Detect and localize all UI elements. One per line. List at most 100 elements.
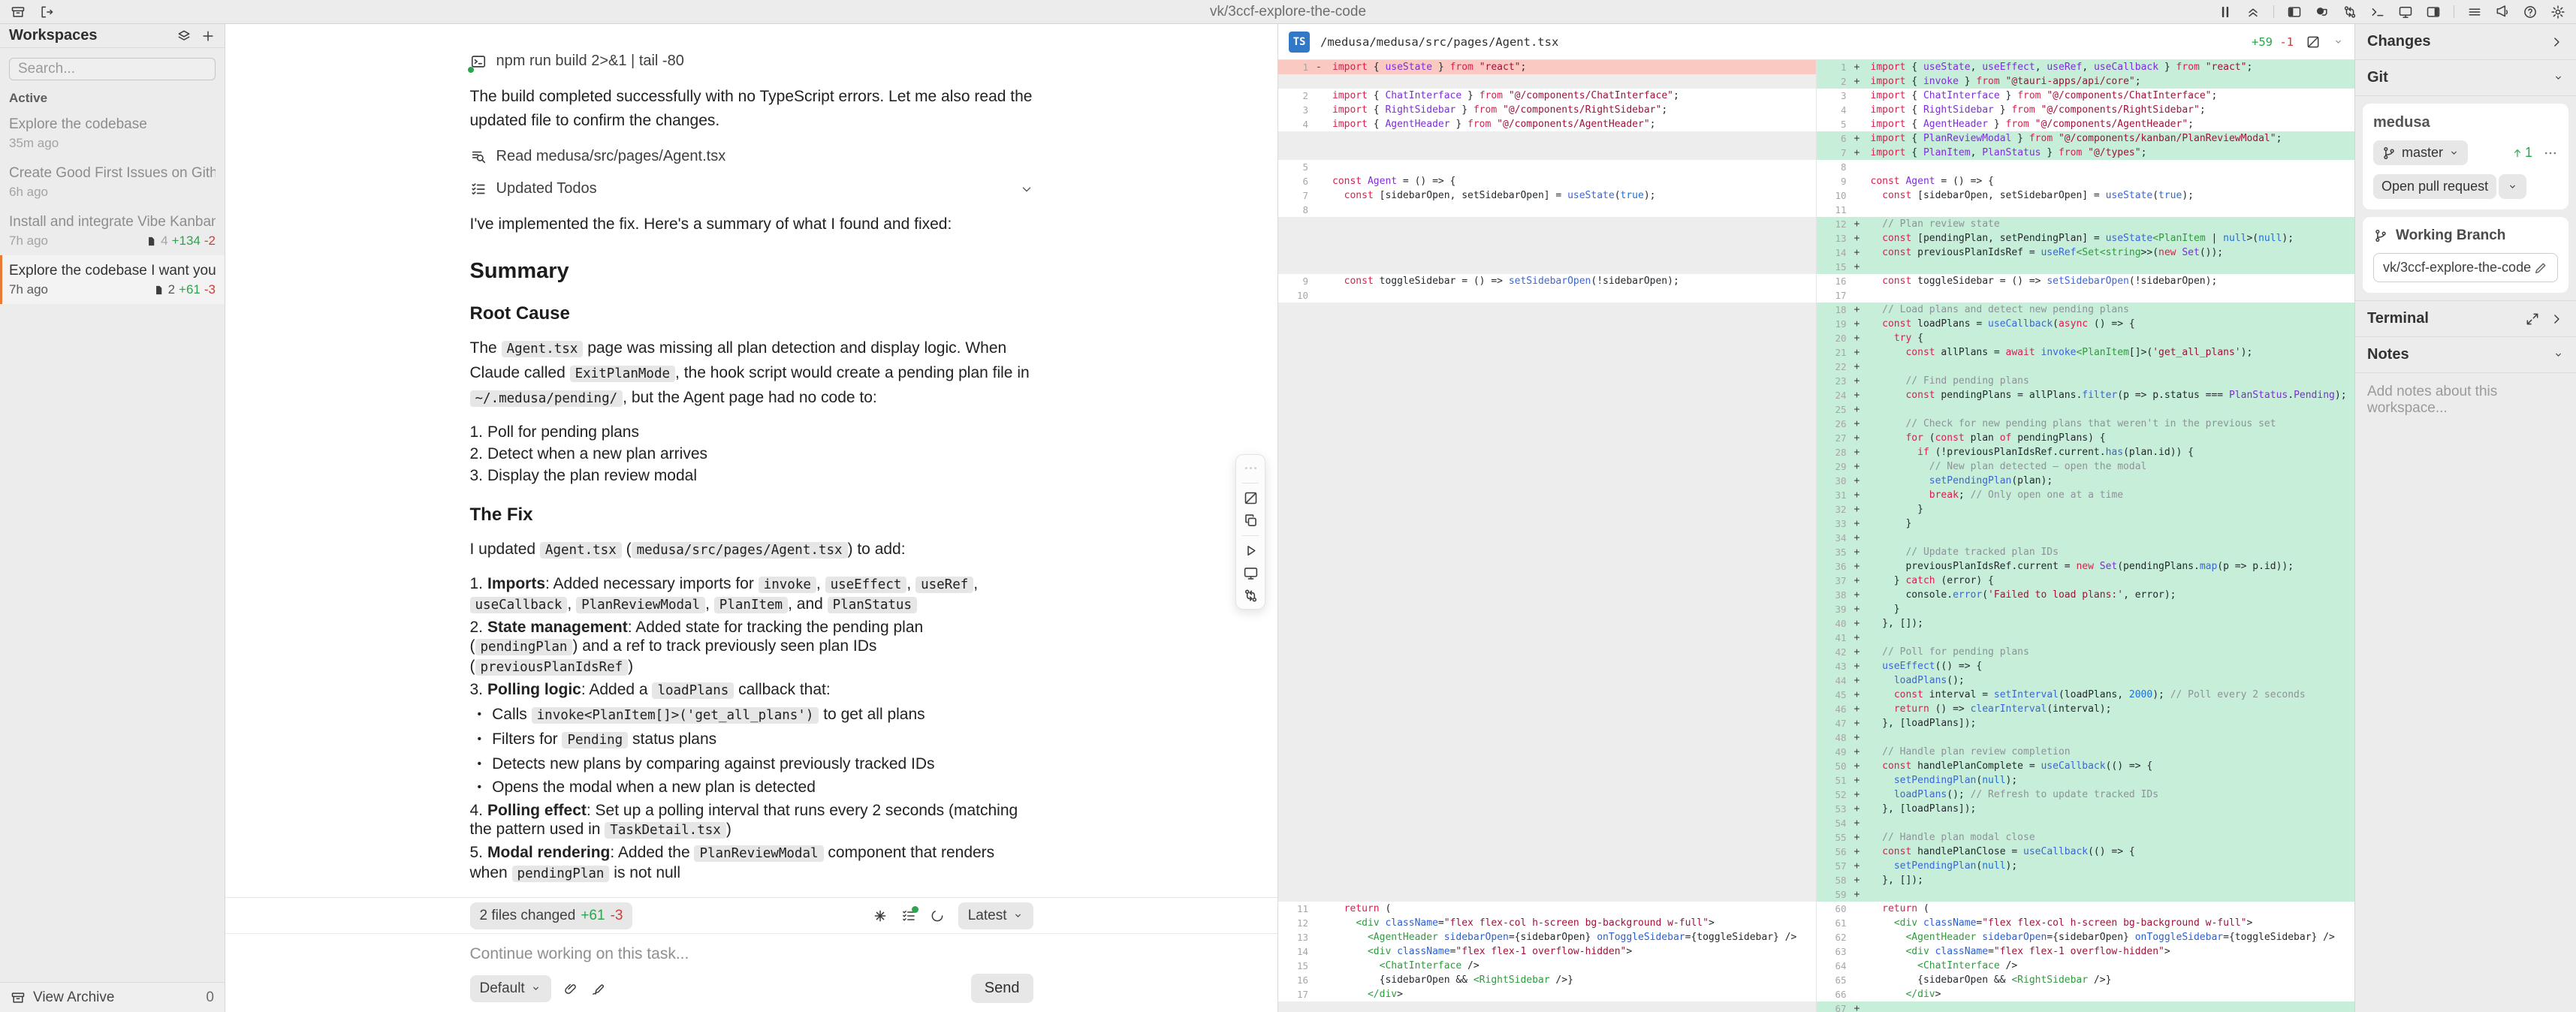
diff-line: 5import { AgentHeader } from "@/componen… bbox=[1817, 117, 2355, 131]
list-item: 2.Detect when a new plan arrives bbox=[470, 444, 1033, 463]
diff-line: 6+import { PlanReviewModal } from "@/com… bbox=[1817, 131, 2355, 146]
drag-handle-icon[interactable] bbox=[1243, 460, 1259, 476]
notes-section-header[interactable]: Notes bbox=[2355, 337, 2576, 373]
new-workspace-button[interactable] bbox=[201, 29, 216, 44]
workspace-time: 7h ago bbox=[9, 282, 48, 297]
expand-icon[interactable] bbox=[2525, 312, 2540, 327]
files-changed-pill[interactable]: 2 files changed +61 -3 bbox=[470, 902, 633, 929]
file-count: 2 bbox=[168, 282, 175, 297]
branch-selector[interactable]: master bbox=[2373, 140, 2468, 165]
send-button[interactable]: Send bbox=[971, 974, 1033, 1003]
run-icon[interactable] bbox=[1243, 543, 1259, 559]
changes-section-header[interactable]: Changes bbox=[2355, 24, 2576, 60]
chevron-right-icon bbox=[2549, 35, 2564, 50]
chevron-down-icon[interactable] bbox=[2333, 36, 2344, 47]
notes-input[interactable]: Add notes about this workspace... bbox=[2355, 373, 2576, 427]
diff-line: 63 <div className="flex flex-1 overflow-… bbox=[1817, 944, 2355, 959]
diff-line: 13+ const [pendingPlan, setPendingPlan] … bbox=[1817, 231, 2355, 245]
workspace-item-4[interactable]: Explore the codebase I want you to expl7… bbox=[0, 255, 225, 304]
diff-line: 64 <ChatInterface /> bbox=[1817, 959, 2355, 973]
sign-out-icon[interactable] bbox=[39, 5, 54, 20]
chat-view-icon[interactable] bbox=[2315, 5, 2330, 20]
inline-code: invoke<PlanItem[]>('get_all_plans') bbox=[532, 707, 819, 724]
diff-filler-row bbox=[1278, 602, 1816, 616]
diff-line: 16 const toggleSidebar = () => setSideba… bbox=[1817, 274, 2355, 288]
diff-filler-row bbox=[1278, 873, 1816, 887]
deletions-count: -3 bbox=[611, 908, 623, 924]
git-repo-card: medusa master 1 Open pull request bbox=[2363, 104, 2568, 209]
diff-line: 16 {sidebarOpen && <RightSidebar />} bbox=[1278, 973, 1816, 987]
git-compare-icon[interactable] bbox=[1243, 588, 1259, 604]
preview-icon[interactable] bbox=[1243, 565, 1259, 581]
read-file-tool-call[interactable]: Read medusa/src/pages/Agent.tsx bbox=[470, 148, 1033, 165]
hide-whitespace-icon[interactable] bbox=[1243, 490, 1259, 506]
active-section-label: Active bbox=[0, 86, 225, 109]
numbered-list: 1.Poll for pending plans2.Detect when a … bbox=[470, 423, 1033, 485]
git-compare-icon[interactable] bbox=[2342, 5, 2357, 20]
git-section-header[interactable]: Git bbox=[2355, 60, 2576, 96]
attach-icon[interactable] bbox=[563, 981, 578, 996]
chat-heading: Summary bbox=[470, 259, 1033, 284]
terminal-section-header[interactable]: Terminal bbox=[2355, 300, 2576, 337]
workspace-item-3[interactable]: Install and integrate Vibe Kanban Web C7… bbox=[0, 206, 225, 255]
copy-icon[interactable] bbox=[1243, 513, 1259, 529]
workspace-item-2[interactable]: Create Good First Issues on Github So p6… bbox=[0, 158, 225, 206]
list-item: •Calls invoke<PlanItem[]>('get_all_plans… bbox=[470, 705, 1033, 725]
archive-icon[interactable] bbox=[11, 5, 26, 20]
workspace-item-1[interactable]: Explore the codebase35m ago bbox=[0, 109, 225, 158]
chat-paragraph: The build completed successfully with no… bbox=[470, 85, 1033, 133]
hide-whitespace-icon[interactable] bbox=[2306, 35, 2321, 50]
working-branch-value: vk/3ccf-explore-the-code bbox=[2383, 260, 2531, 276]
diff-line: 5 bbox=[1278, 160, 1816, 174]
diff-line: 4import { AgentHeader } from "@/componen… bbox=[1278, 117, 1816, 131]
toggle-right-panel-icon[interactable] bbox=[2426, 5, 2441, 20]
settings-icon[interactable] bbox=[2550, 5, 2565, 20]
diff-filler-row bbox=[1278, 217, 1816, 231]
pause-icon[interactable] bbox=[2218, 5, 2233, 20]
pr-options-button[interactable] bbox=[2499, 174, 2526, 199]
list-item: •Detects new plans by comparing against … bbox=[470, 754, 1033, 773]
updated-todos-tool-call[interactable]: Updated Todos bbox=[470, 180, 1033, 197]
terminal-view-icon[interactable] bbox=[2370, 5, 2385, 20]
model-dropdown[interactable]: Default bbox=[470, 975, 551, 1002]
chevron-down-icon[interactable] bbox=[1020, 182, 1033, 196]
collapse-all-icon[interactable] bbox=[2246, 5, 2261, 20]
chat-paragraph: I updated Agent.tsx (medusa/src/pages/Ag… bbox=[470, 538, 1033, 562]
diff-filler-row bbox=[1278, 616, 1816, 631]
archive-icon bbox=[11, 990, 26, 1005]
search-input[interactable]: Search... bbox=[9, 58, 216, 80]
diff-split-view[interactable]: 1-import { useState } from "react";2impo… bbox=[1278, 60, 2354, 1012]
diff-filler-row bbox=[1278, 402, 1816, 417]
more-options-icon[interactable] bbox=[2543, 146, 2558, 161]
view-archive-button[interactable]: View Archive 0 bbox=[0, 982, 225, 1012]
toggle-left-panel-icon[interactable] bbox=[2287, 5, 2302, 20]
diff-filler-row bbox=[1278, 345, 1816, 360]
message-input[interactable]: Continue working on this task... bbox=[470, 945, 689, 963]
changes-label: Changes bbox=[2367, 33, 2430, 50]
diff-line: 57+ setPendingPlan(null); bbox=[1817, 859, 2355, 873]
latest-dropdown[interactable]: Latest bbox=[958, 902, 1033, 929]
diff-line: 31+ break; // Only open one at a time bbox=[1817, 488, 2355, 502]
view-archive-label: View Archive bbox=[33, 989, 114, 1006]
additions-count: +61 bbox=[581, 908, 605, 924]
chat-scroll-area[interactable]: npm run build 2>&1 | tail -80 The build c… bbox=[225, 24, 1277, 897]
open-pull-request-button[interactable]: Open pull request bbox=[2373, 174, 2496, 199]
chat-heading: The Fix bbox=[470, 504, 1033, 526]
chat-paragraph: I've implemented the fix. Here's a summa… bbox=[470, 212, 1033, 236]
spark-icon[interactable] bbox=[873, 908, 888, 923]
help-icon[interactable] bbox=[2523, 5, 2538, 20]
working-branch-input[interactable]: vk/3ccf-explore-the-code bbox=[2373, 253, 2558, 282]
todos-icon[interactable] bbox=[901, 908, 916, 923]
edit-icon[interactable] bbox=[2533, 261, 2548, 276]
diff-filler-row bbox=[1278, 488, 1816, 502]
npm-build-tool-call[interactable]: npm run build 2>&1 | tail -80 bbox=[470, 53, 1033, 70]
annotate-icon[interactable] bbox=[590, 981, 605, 996]
stack-icon[interactable] bbox=[176, 29, 192, 44]
diff-line: 6const Agent = () => { bbox=[1278, 174, 1816, 188]
menu-icon[interactable] bbox=[2467, 5, 2482, 20]
preview-icon[interactable] bbox=[2398, 5, 2413, 20]
inline-code: PlanReviewModal bbox=[694, 845, 823, 862]
feedback-icon[interactable] bbox=[2495, 5, 2510, 20]
diff-line: 15 <ChatInterface /> bbox=[1278, 959, 1816, 973]
diff-filler-row bbox=[1278, 131, 1816, 146]
